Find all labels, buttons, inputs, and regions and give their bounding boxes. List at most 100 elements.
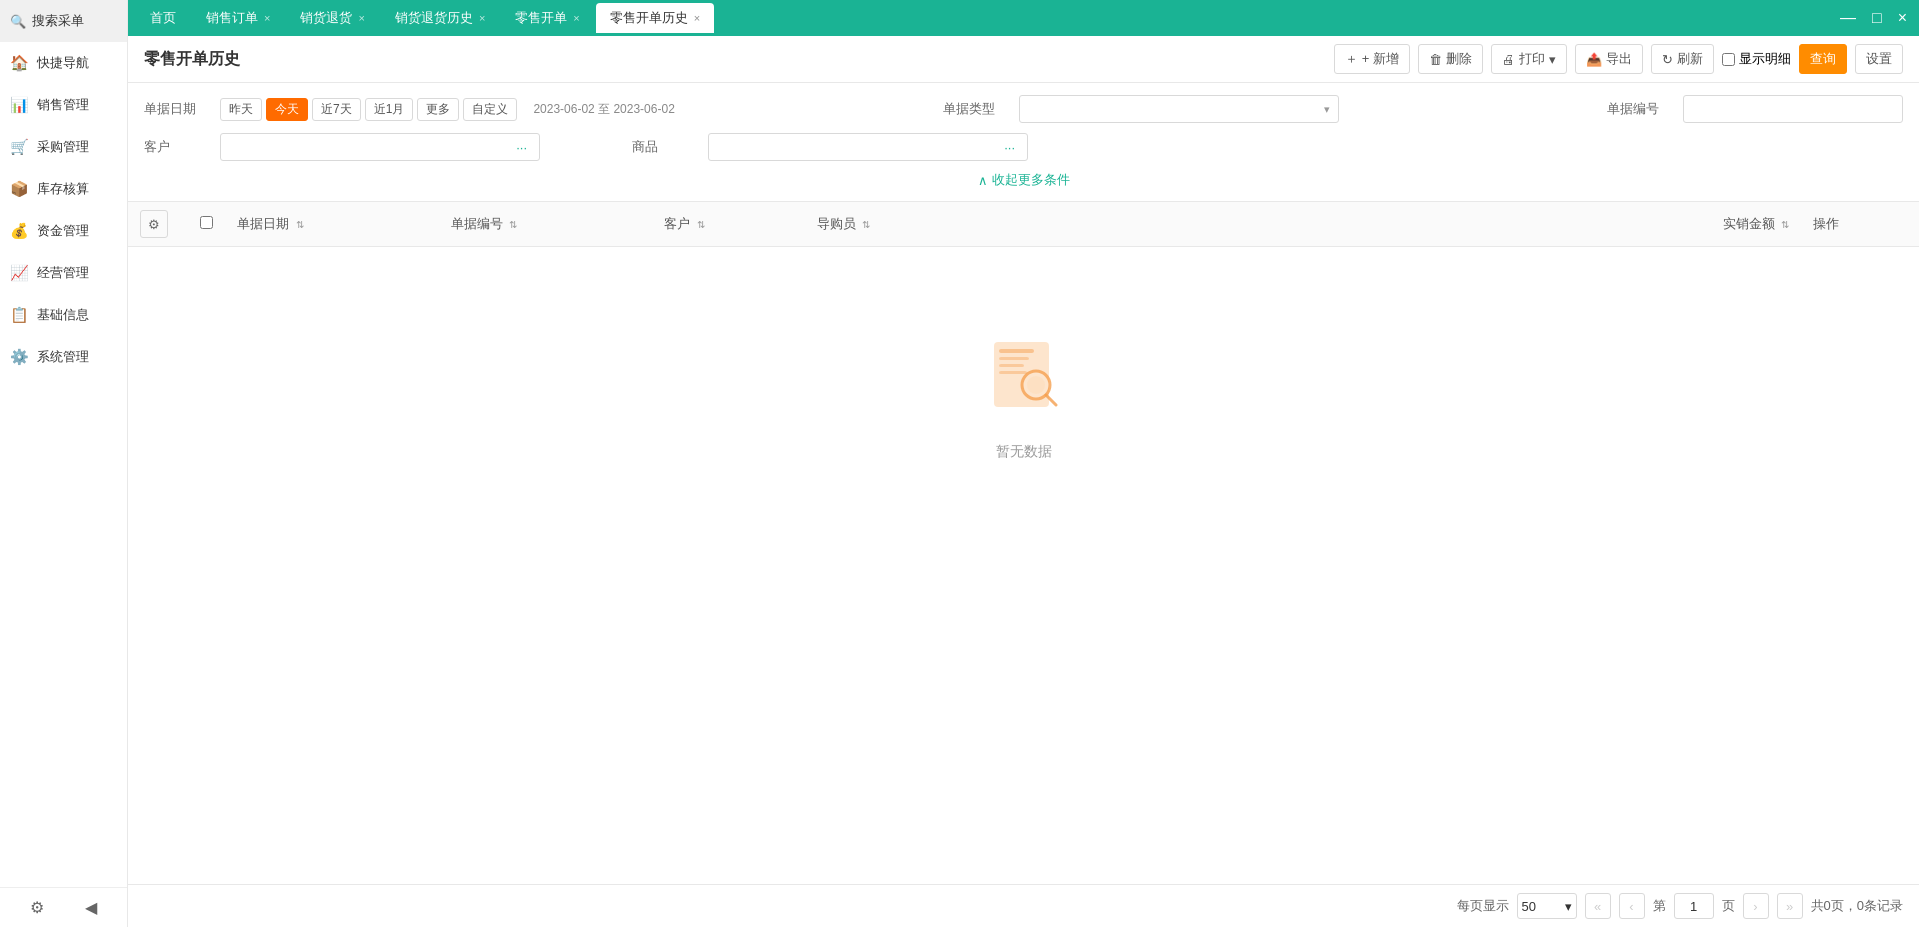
delete-button[interactable]: 🗑 删除 [1418, 44, 1483, 74]
display-label: 显示明细 [1739, 50, 1791, 68]
doc-type-select[interactable]: ▾ [1019, 95, 1339, 123]
next-page-btn[interactable]: › [1743, 893, 1769, 919]
customer-dots[interactable]: ··· [512, 140, 531, 155]
sort-customer-icon[interactable]: ⇅ [697, 219, 705, 230]
col-guide-header: 导购员 ⇅ [805, 202, 988, 247]
sidebar-item-label: 资金管理 [37, 222, 89, 240]
doc-no-input[interactable] [1683, 95, 1903, 123]
svg-rect-3 [999, 364, 1024, 367]
pagination-bar: 每页显示 50 ▾ « ‹ 第 页 › » 共0页，0条记录 [128, 884, 1919, 927]
tab-home[interactable]: 首页 [136, 3, 190, 33]
tab-sales-order[interactable]: 销售订单 × [192, 3, 284, 33]
page-title: 零售开单历史 [144, 49, 1326, 70]
page-word-before: 第 [1653, 897, 1666, 915]
refresh-button[interactable]: ↻ 刷新 [1651, 44, 1714, 74]
close-app-btn[interactable]: × [1894, 7, 1911, 29]
add-button[interactable]: ＋ + 新增 [1334, 44, 1410, 74]
system-mgmt-icon: ⚙️ [10, 348, 29, 366]
last-page-btn[interactable]: » [1777, 893, 1803, 919]
print-button[interactable]: 🖨 打印 ▾ [1491, 44, 1567, 74]
page-size-select[interactable]: 50 ▾ [1517, 893, 1577, 919]
sidebar-item-base-info[interactable]: 📋 基础信息 [0, 294, 127, 336]
sidebar-search-label: 搜索采单 [32, 12, 84, 30]
table-header: ⚙ 单据日期 ⇅ 单据编号 ⇅ 客户 [128, 202, 1919, 247]
date-btn-today[interactable]: 今天 [266, 98, 308, 121]
date-btn-yesterday[interactable]: 昨天 [220, 98, 262, 121]
data-table: ⚙ 单据日期 ⇅ 单据编号 ⇅ 客户 [128, 202, 1919, 541]
tab-close-sales-order[interactable]: × [264, 12, 270, 24]
tab-sales-return[interactable]: 销货退货 × [286, 3, 378, 33]
sidebar-item-quick-nav[interactable]: 🏠 快捷导航 [0, 42, 127, 84]
goods-select[interactable]: ··· [708, 133, 1028, 161]
goods-dots[interactable]: ··· [1000, 140, 1019, 155]
delete-label: 删除 [1446, 50, 1472, 68]
sidebar-item-label: 库存核算 [37, 180, 89, 198]
base-info-icon: 📋 [10, 306, 29, 324]
tab-retail-open-history[interactable]: 零售开单历史× [596, 3, 714, 33]
tab-retail-open[interactable]: 零售开单 × [501, 3, 593, 33]
minimize-btn[interactable]: — [1836, 7, 1860, 29]
print-icon: 🖨 [1502, 52, 1515, 67]
sidebar-item-label: 销售管理 [37, 96, 89, 114]
maximize-btn[interactable]: □ [1868, 7, 1886, 29]
sidebar-item-operations[interactable]: 📈 经营管理 [0, 252, 127, 294]
sidebar-item-label: 基础信息 [37, 306, 89, 324]
col-customer-header: 客户 ⇅ [652, 202, 804, 247]
goods-label: 商品 [632, 138, 692, 156]
table-area: ⚙ 单据日期 ⇅ 单据编号 ⇅ 客户 [128, 202, 1919, 884]
sidebar-item-purchase-mgmt[interactable]: 🛒 采购管理 [0, 126, 127, 168]
first-page-btn[interactable]: « [1585, 893, 1611, 919]
tab-close-retail-open[interactable]: × [573, 12, 579, 24]
add-icon: ＋ [1345, 50, 1358, 68]
sort-guide-icon[interactable]: ⇅ [862, 219, 870, 230]
sidebar-item-sales-mgmt[interactable]: 📊 销售管理 [0, 84, 127, 126]
svg-rect-2 [999, 357, 1029, 360]
display-detail-checkbox[interactable] [1722, 53, 1735, 66]
checkbox-header [188, 202, 225, 247]
svg-rect-1 [999, 349, 1034, 353]
tab-label-sales-return: 销货退货 [300, 9, 352, 27]
tab-close-sales-return-history[interactable]: × [479, 12, 485, 24]
delete-icon: 🗑 [1429, 52, 1442, 67]
date-btn-more[interactable]: 更多 [417, 98, 459, 121]
customer-select[interactable]: ··· [220, 133, 540, 161]
sort-amount-icon[interactable]: ⇅ [1781, 219, 1789, 230]
sidebar-item-label: 经营管理 [37, 264, 89, 282]
query-button[interactable]: 查询 [1799, 44, 1847, 74]
tab-close-retail-open-history[interactable]: × [694, 12, 700, 24]
main-area: 首页销售订单×销货退货×销货退货历史×零售开单×零售开单历史× — □ × 零售… [128, 0, 1919, 927]
date-quick-btns: 昨天今天近7天近1月更多自定义 [220, 98, 517, 121]
prev-page-btn[interactable]: ‹ [1619, 893, 1645, 919]
sort-no-icon[interactable]: ⇅ [509, 219, 517, 230]
col-no-header: 单据编号 ⇅ [439, 202, 653, 247]
date-btn-last_month[interactable]: 近1月 [365, 98, 414, 121]
date-btn-last7[interactable]: 近7天 [312, 98, 361, 121]
finance-icon: 💰 [10, 222, 29, 240]
tab-sales-return-history[interactable]: 销货退货历史× [381, 3, 499, 33]
collapse-label: 收起更多条件 [992, 171, 1070, 189]
collapse-row: ∧ 收起更多条件 [144, 171, 1903, 189]
sidebar-item-finance[interactable]: 💰 资金管理 [0, 210, 127, 252]
config-icon: ⚙ [148, 217, 160, 232]
print-dropdown-icon: ▾ [1549, 52, 1556, 67]
tab-label-sales-order: 销售订单 [206, 9, 258, 27]
display-detail-toggle[interactable]: 显示明细 [1722, 50, 1791, 68]
tab-label-retail-open: 零售开单 [515, 9, 567, 27]
sidebar-item-inventory[interactable]: 📦 库存核算 [0, 168, 127, 210]
page-number-input[interactable] [1674, 893, 1714, 919]
sort-date-icon[interactable]: ⇅ [296, 219, 304, 230]
sidebar-item-system-mgmt[interactable]: ⚙️ 系统管理 [0, 336, 127, 378]
select-all-checkbox[interactable] [200, 216, 213, 229]
settings-icon[interactable]: ⚙ [30, 898, 44, 917]
settings-button[interactable]: 设置 [1855, 44, 1903, 74]
collapse-sidebar-btn[interactable]: ◀ [85, 898, 97, 917]
collapse-btn[interactable]: ∧ 收起更多条件 [978, 171, 1070, 189]
filter-row-1: 单据日期 昨天今天近7天近1月更多自定义 2023-06-02 至 2023-0… [144, 95, 1903, 123]
date-btn-custom[interactable]: 自定义 [463, 98, 517, 121]
export-button[interactable]: 📤 导出 [1575, 44, 1643, 74]
sidebar-search[interactable]: 🔍 搜索采单 [0, 0, 127, 42]
table-config-btn[interactable]: ⚙ [140, 210, 168, 238]
tab-close-sales-return[interactable]: × [358, 12, 364, 24]
tab-label-home: 首页 [150, 9, 176, 27]
table-config-header: ⚙ [128, 202, 188, 247]
